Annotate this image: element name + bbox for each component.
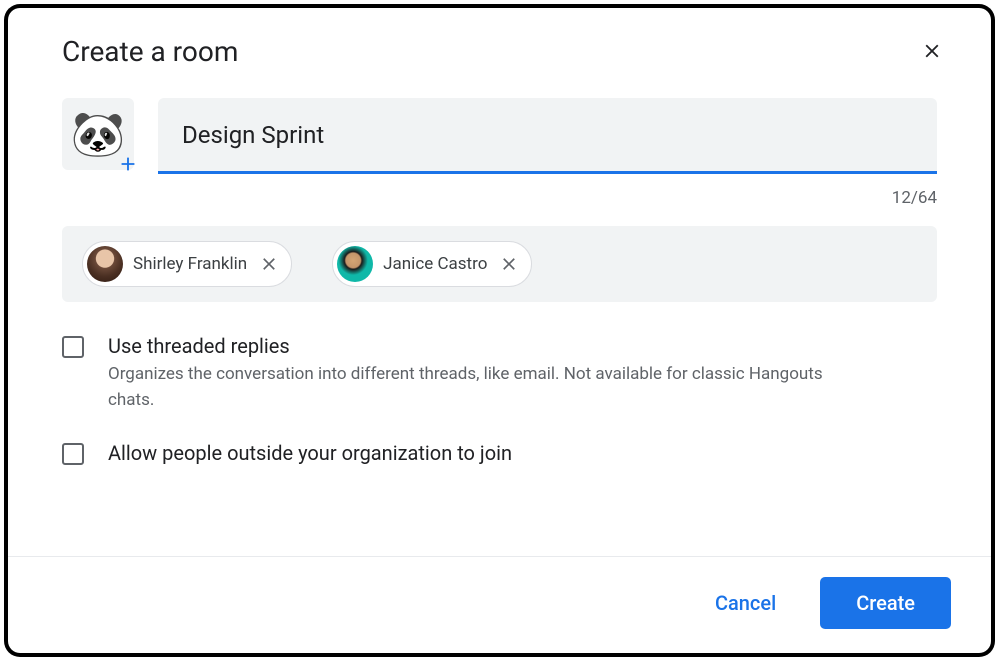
option-label: Allow people outside your organization t… xyxy=(108,441,937,465)
remove-person-button[interactable] xyxy=(257,252,281,276)
close-button[interactable] xyxy=(913,32,951,70)
panda-icon: 🐼 xyxy=(71,112,126,156)
plus-icon xyxy=(116,152,140,176)
person-chip: Janice Castro xyxy=(332,241,532,287)
external-join-checkbox[interactable] xyxy=(62,443,84,465)
dialog-title: Create a room xyxy=(62,35,238,68)
dialog-header: Create a room xyxy=(8,8,991,70)
chip-name: Janice Castro xyxy=(383,254,487,274)
close-icon xyxy=(499,254,519,274)
option-external-join: Allow people outside your organization t… xyxy=(62,441,937,469)
create-room-dialog: Create a room 🐼 12/64 Shirley Franklin xyxy=(8,8,991,653)
options-section: Use threaded replies Organizes the conve… xyxy=(62,334,937,469)
avatar xyxy=(337,246,373,282)
option-label: Use threaded replies xyxy=(108,334,937,358)
dialog-body: 🐼 12/64 Shirley Franklin Janice Castr xyxy=(8,70,991,556)
close-icon xyxy=(921,40,943,62)
char-count: 12/64 xyxy=(158,188,937,208)
remove-person-button[interactable] xyxy=(497,252,521,276)
emoji-picker-button[interactable]: 🐼 xyxy=(62,98,134,170)
room-name-field-wrap: 12/64 xyxy=(158,98,937,208)
people-field[interactable]: Shirley Franklin Janice Castro xyxy=(62,226,937,302)
room-name-input[interactable] xyxy=(158,98,937,174)
threaded-replies-checkbox[interactable] xyxy=(62,336,84,358)
option-text: Use threaded replies Organizes the conve… xyxy=(108,334,937,413)
dialog-footer: Cancel Create xyxy=(8,556,991,653)
option-text: Allow people outside your organization t… xyxy=(108,441,937,469)
option-description: Organizes the conversation into differen… xyxy=(108,362,828,413)
close-icon xyxy=(259,254,279,274)
cancel-button[interactable]: Cancel xyxy=(699,579,792,627)
chip-name: Shirley Franklin xyxy=(133,254,247,274)
create-button[interactable]: Create xyxy=(820,577,951,629)
option-threaded-replies: Use threaded replies Organizes the conve… xyxy=(62,334,937,413)
person-chip: Shirley Franklin xyxy=(82,241,292,287)
avatar xyxy=(87,246,123,282)
name-row: 🐼 12/64 xyxy=(62,98,937,208)
